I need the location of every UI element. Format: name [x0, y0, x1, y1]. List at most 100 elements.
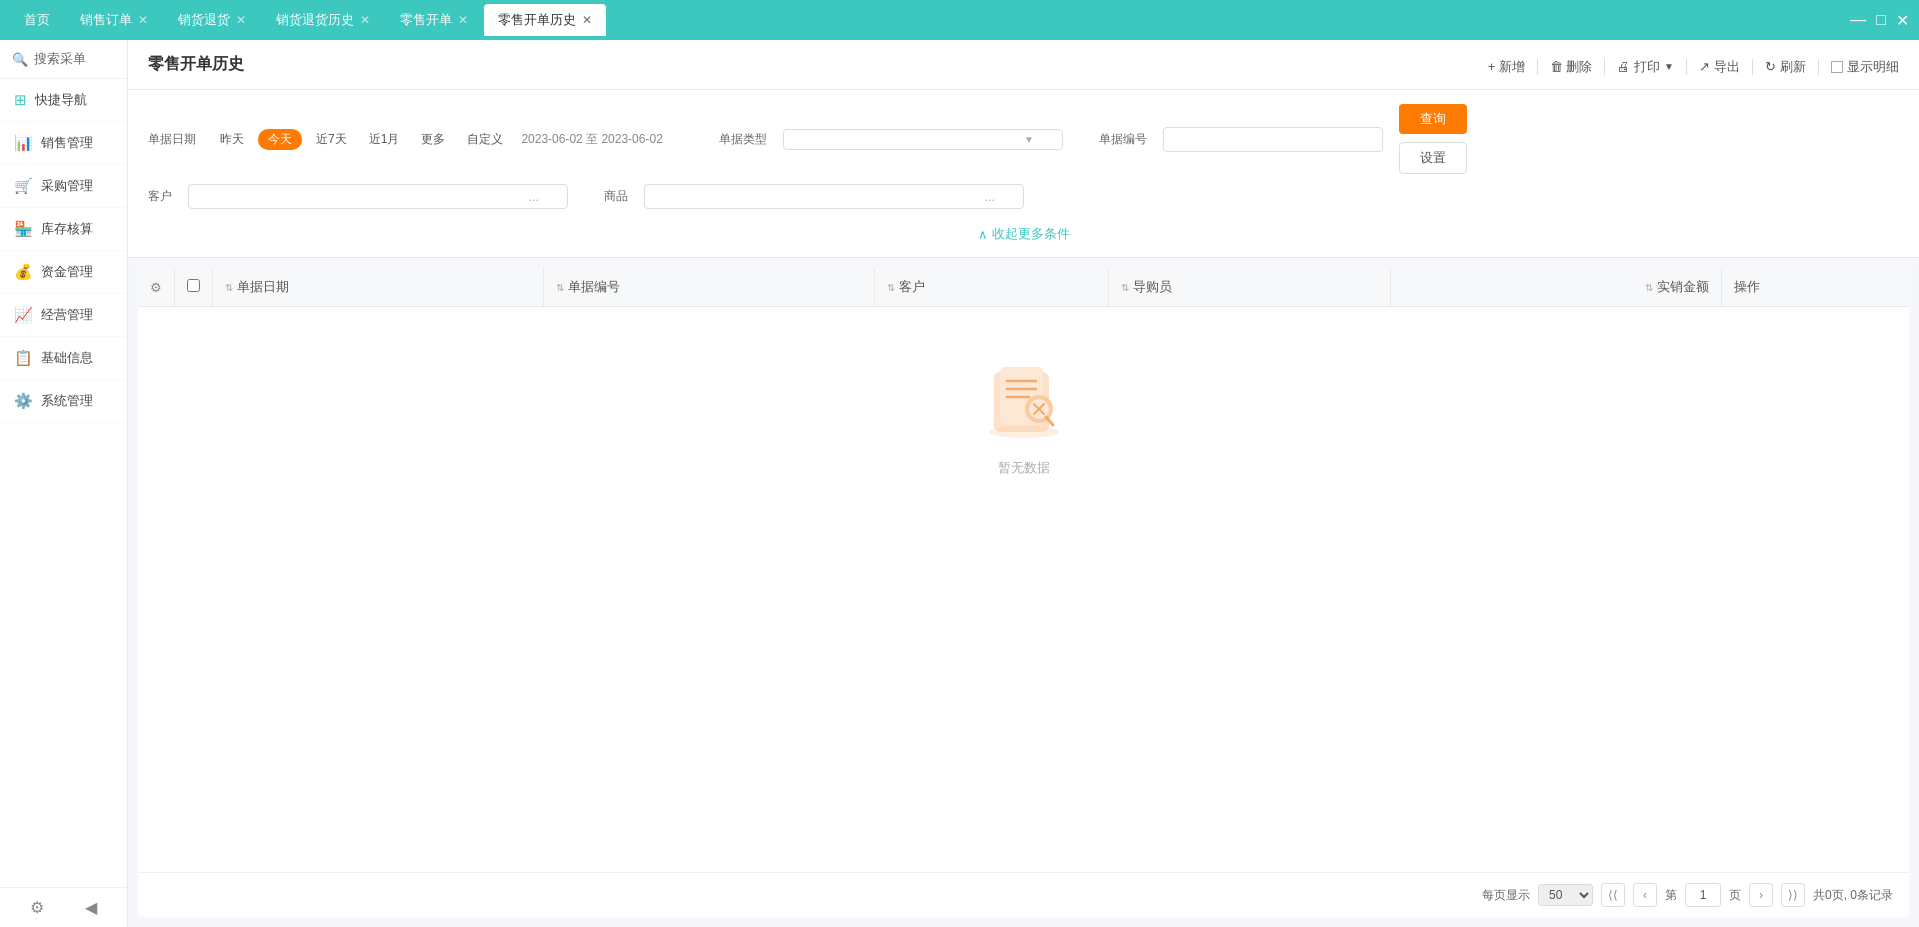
empty-text: 暂无数据 — [998, 459, 1050, 477]
sidebar-item-base-info[interactable]: 📋 基础信息 — [0, 337, 127, 380]
close-tab-sales-return-history[interactable]: ✕ — [360, 13, 370, 27]
setting-button[interactable]: 设置 — [1399, 142, 1467, 174]
th-checkbox[interactable] — [175, 268, 213, 307]
tab-home[interactable]: 首页 — [10, 4, 64, 36]
table-wrapper: ⚙ ⇅ 单据日期 — [138, 268, 1909, 872]
checkbox-icon — [1831, 61, 1843, 73]
delete-label: 🗑 删除 — [1550, 58, 1593, 76]
page-first-btn[interactable]: ⟨⟨ — [1601, 883, 1625, 907]
collapse-label: 收起更多条件 — [992, 225, 1070, 243]
sidebar-bottom: ⚙ ◀ — [0, 887, 127, 927]
sidebar-item-finance[interactable]: 💰 资金管理 — [0, 251, 127, 294]
page-prev-btn[interactable]: ‹ — [1633, 883, 1657, 907]
bill-no-input[interactable] — [1163, 127, 1383, 152]
sidebar-settings-icon[interactable]: ⚙ — [30, 898, 44, 917]
query-button[interactable]: 查询 — [1399, 104, 1467, 134]
refresh-button[interactable]: ↻ 刷新 — [1765, 58, 1806, 76]
add-button[interactable]: + 新增 — [1488, 58, 1525, 76]
th-date-label: 单据日期 — [237, 278, 289, 296]
gear-icon[interactable]: ⚙ — [150, 280, 162, 295]
sidebar-label-inventory: 库存核算 — [41, 220, 93, 238]
customer-label: 客户 — [148, 188, 172, 205]
th-gear[interactable]: ⚙ — [138, 268, 175, 307]
close-tab-sales-return[interactable]: ✕ — [236, 13, 246, 27]
page-next-btn[interactable]: › — [1749, 883, 1773, 907]
tab-retail-open[interactable]: 零售开单 ✕ — [386, 4, 482, 36]
delete-button[interactable]: 🗑 删除 — [1550, 58, 1593, 76]
date-btn-more[interactable]: 更多 — [413, 129, 453, 150]
sidebar-item-inventory[interactable]: 🏪 库存核算 — [0, 208, 127, 251]
sidebar-item-purchase-mgmt[interactable]: 🛒 采购管理 — [0, 165, 127, 208]
display-detail-button[interactable]: 显示明细 — [1831, 58, 1899, 76]
tab-bar: 首页 销售订单 ✕ 销货退货 ✕ 销货退货历史 ✕ 零售开单 ✕ 零售开单历史 … — [10, 0, 606, 40]
tab-sales-return[interactable]: 销货退货 ✕ — [164, 4, 260, 36]
th-customer: ⇅ 客户 — [874, 268, 1108, 307]
close-btn-window[interactable]: ✕ — [1896, 11, 1909, 30]
page-input[interactable] — [1685, 883, 1721, 907]
th-date: ⇅ 单据日期 — [213, 268, 544, 307]
sidebar-item-sys-mgmt[interactable]: ⚙️ 系统管理 — [0, 380, 127, 423]
bill-type-select[interactable]: ▼ — [783, 129, 1063, 150]
th-amount-sort[interactable]: ⇅ 实销金额 — [1403, 278, 1709, 296]
th-guide: ⇅ 导购员 — [1108, 268, 1390, 307]
page-last-btn[interactable]: ⟩⟩ — [1781, 883, 1805, 907]
date-btn-last7[interactable]: 近7天 — [308, 129, 355, 150]
page-header: 零售开单历史 + 新增 🗑 删除 🖨 打印 ▼ ↗ 导出 — [128, 40, 1919, 90]
goods-input[interactable]: ... — [644, 184, 1024, 209]
sort-arrows-amount: ⇅ — [1645, 282, 1653, 293]
th-no-sort[interactable]: ⇅ 单据编号 — [556, 278, 862, 296]
bill-no-label: 单据编号 — [1099, 131, 1147, 148]
close-tab-sales-order[interactable]: ✕ — [138, 13, 148, 27]
sys-mgmt-icon: ⚙️ — [14, 392, 33, 410]
sidebar-label-base-info: 基础信息 — [41, 349, 93, 367]
bill-type-label: 单据类型 — [719, 131, 767, 148]
collapse-row[interactable]: ∧ 收起更多条件 — [148, 219, 1899, 243]
page-label: 第 — [1665, 887, 1677, 904]
refresh-icon: ↻ — [1765, 59, 1776, 74]
th-amount: ⇅ 实销金额 — [1391, 268, 1722, 307]
search-icon: 🔍 — [12, 52, 28, 67]
filter-area: 单据日期 昨天 今天 近7天 近1月 更多 自定义 2023-06-02 至 2… — [128, 90, 1919, 258]
close-tab-retail-history[interactable]: ✕ — [582, 13, 592, 27]
tab-sales-order[interactable]: 销售订单 ✕ — [66, 4, 162, 36]
filter-dates: 昨天 今天 近7天 近1月 更多 自定义 2023-06-02 至 2023-0… — [212, 129, 663, 150]
date-btn-today[interactable]: 今天 — [258, 129, 302, 150]
sidebar-search[interactable]: 🔍 搜索采单 — [0, 40, 127, 79]
sidebar-item-operations[interactable]: 📈 经营管理 — [0, 294, 127, 337]
th-date-sort[interactable]: ⇅ 单据日期 — [225, 278, 531, 296]
table-area: ⚙ ⇅ 单据日期 — [138, 268, 1909, 917]
select-all-checkbox[interactable] — [187, 279, 200, 292]
print-button[interactable]: 🖨 打印 ▼ — [1617, 58, 1674, 76]
date-btn-yesterday[interactable]: 昨天 — [212, 129, 252, 150]
customer-input[interactable]: ... — [188, 184, 568, 209]
date-btn-custom[interactable]: 自定义 — [459, 129, 511, 150]
divider-3 — [1686, 59, 1687, 75]
close-tab-retail-open[interactable]: ✕ — [458, 13, 468, 27]
toolbar: + 新增 🗑 删除 🖨 打印 ▼ ↗ 导出 ↻ — [1488, 58, 1899, 86]
per-page-label: 每页显示 — [1482, 887, 1530, 904]
minimize-btn[interactable]: — — [1850, 11, 1866, 29]
goods-label: 商品 — [604, 188, 628, 205]
inventory-icon: 🏪 — [14, 220, 33, 238]
operations-icon: 📈 — [14, 306, 33, 324]
goods-ellipsis: ... — [984, 189, 995, 204]
export-button[interactable]: ↗ 导出 — [1699, 58, 1740, 76]
th-customer-sort[interactable]: ⇅ 客户 — [887, 278, 1096, 296]
sidebar-item-quick-nav[interactable]: ⊞ 快捷导航 — [0, 79, 127, 122]
sort-arrows-customer: ⇅ — [887, 282, 895, 293]
tab-sales-return-history[interactable]: 销货退货历史 ✕ — [262, 4, 384, 36]
search-label: 搜索采单 — [34, 50, 86, 68]
tab-retail-history[interactable]: 零售开单历史 ✕ — [484, 4, 606, 36]
sidebar-collapse-icon[interactable]: ◀ — [85, 898, 97, 917]
pagination: 每页显示 50 20 100 ⟨⟨ ‹ 第 页 › ⟩⟩ 共0页, 0条记录 — [138, 872, 1909, 917]
per-page-select[interactable]: 50 20 100 — [1538, 884, 1593, 906]
th-no: ⇅ 单据编号 — [543, 268, 874, 307]
restore-btn[interactable]: □ — [1876, 11, 1886, 29]
filter-row-1: 单据日期 昨天 今天 近7天 近1月 更多 自定义 2023-06-02 至 2… — [148, 104, 1899, 174]
sidebar-item-sales-mgmt[interactable]: 📊 销售管理 — [0, 122, 127, 165]
date-btn-last1m[interactable]: 近1月 — [361, 129, 408, 150]
sidebar-label-sales-mgmt: 销售管理 — [41, 134, 93, 152]
th-guide-sort[interactable]: ⇅ 导购员 — [1121, 278, 1378, 296]
add-label: + 新增 — [1488, 58, 1525, 76]
page-title: 零售开单历史 — [148, 54, 244, 89]
